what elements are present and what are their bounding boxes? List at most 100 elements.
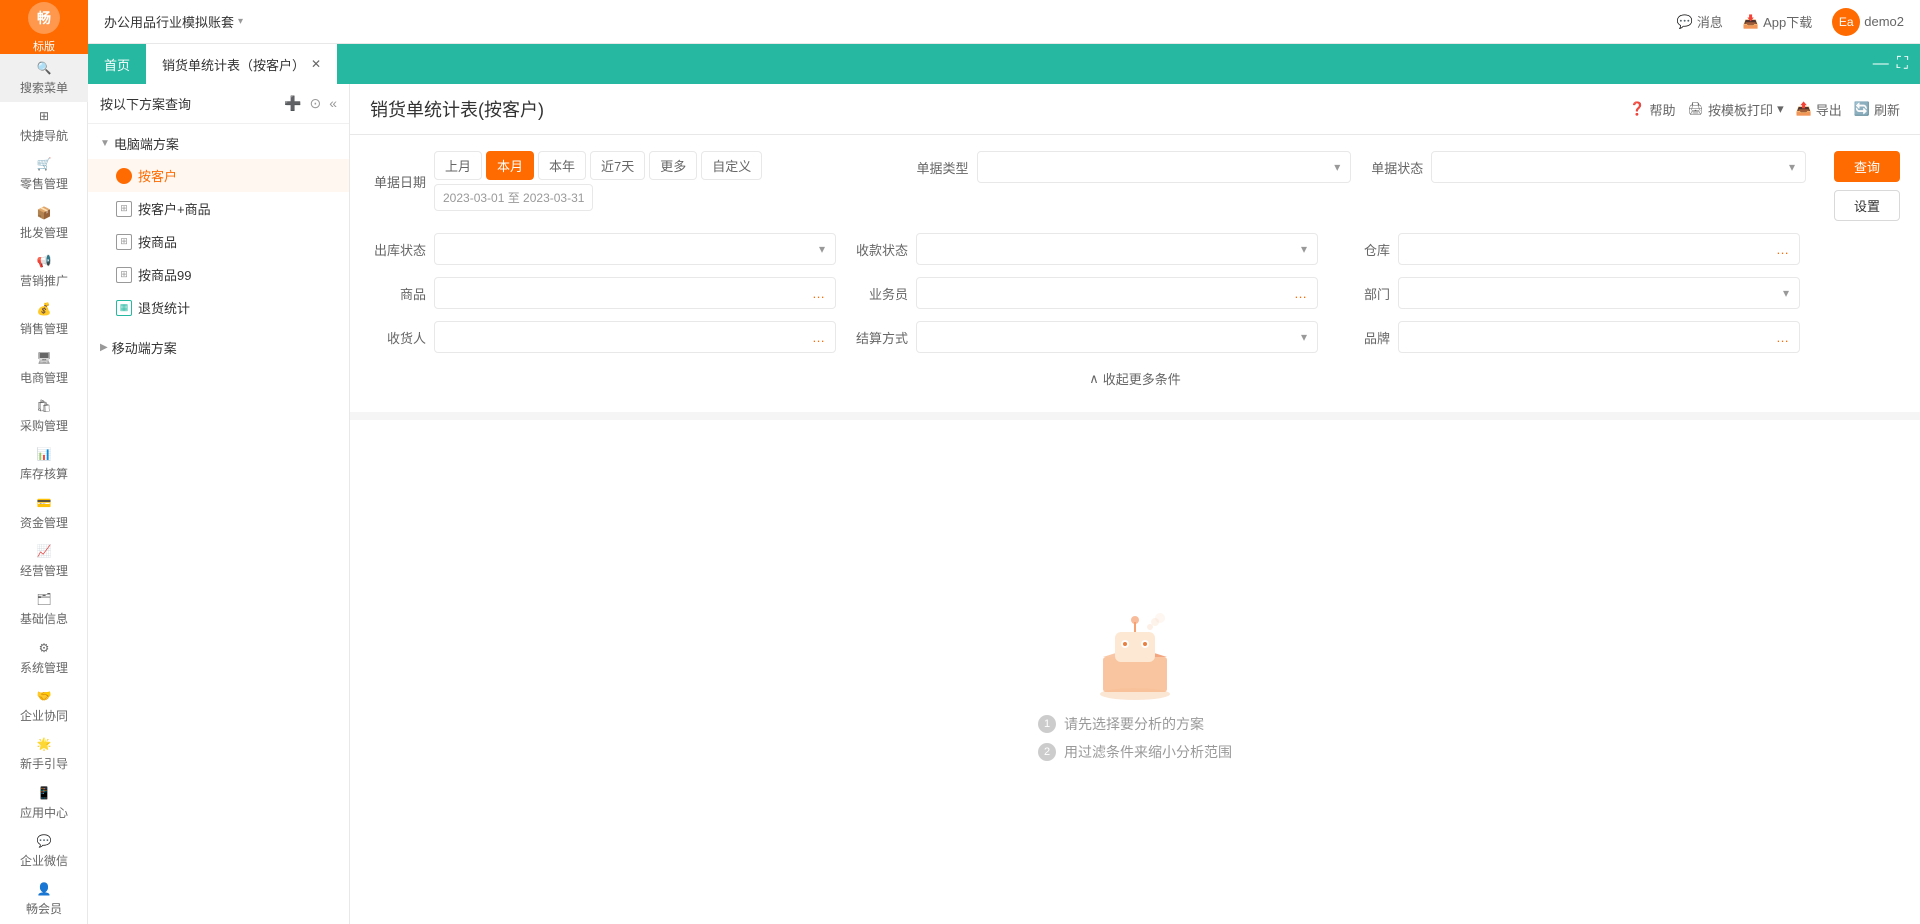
sidebar-item-operations[interactable]: 📈 经营管理 <box>0 537 88 585</box>
filter-area: 单据日期 上月 本月 本年 近7天 更多 自定义 2023-03-01 至 20… <box>350 135 1920 412</box>
tab-close-icon[interactable]: ✕ <box>311 57 321 71</box>
mobile-group-label: 移动端方案 <box>112 338 177 357</box>
type-control[interactable]: ▾ <box>977 151 1352 183</box>
desktop-group-toggle[interactable]: ▼ 电脑端方案 <box>88 128 349 159</box>
department-control[interactable]: ▾ <box>1398 277 1800 309</box>
sidebar-item-retail[interactable]: 🛒 零售管理 <box>0 151 88 199</box>
print-icon: 🖨 <box>1688 101 1705 117</box>
salesperson-dots[interactable]: … <box>1294 286 1307 301</box>
enterprise-icon: 🤝 <box>37 689 52 703</box>
scheme-item-by-customer-goods[interactable]: ⊞ 按客户+商品 <box>88 192 349 225</box>
date-btn-this-month[interactable]: 本月 <box>486 151 534 180</box>
settlement-control[interactable]: ▾ <box>916 321 1318 353</box>
tab-home[interactable]: 首页 <box>88 44 146 84</box>
sidebar-purchase-label: 采购管理 <box>20 417 68 434</box>
date-btn-custom[interactable]: 自定义 <box>701 151 762 180</box>
tab-home-label: 首页 <box>104 55 130 74</box>
avatar: Ea <box>1832 8 1860 36</box>
sidebar-item-sales[interactable]: 💰 销售管理 <box>0 296 88 344</box>
scheme-grid-icon2: ⊞ <box>116 234 132 250</box>
collapse-panel-icon[interactable]: « <box>329 95 337 112</box>
app-title: 办公用品行业模拟账套 <box>104 12 234 31</box>
tab-maximize-icon[interactable]: ⛶ <box>1897 55 1908 73</box>
add-scheme-icon[interactable]: ➕ <box>284 95 301 112</box>
sidebar-item-search[interactable]: 🔍 搜索菜单 <box>0 54 88 102</box>
filter-type-group: 单据类型 ▾ <box>913 151 1352 183</box>
export-icon: 📤 <box>1796 101 1812 117</box>
sidebar-item-system[interactable]: ⚙ 系统管理 <box>0 634 88 682</box>
sidebar-item-wholesale[interactable]: 📦 批发管理 <box>0 199 88 247</box>
mobile-group-arrow-icon: ▶ <box>100 342 108 353</box>
sidebar-retail-label: 零售管理 <box>20 175 68 192</box>
mobile-group-toggle[interactable]: ▶ 移动端方案 <box>88 332 349 363</box>
empty-tips: 1 请先选择要分析的方案 2 用过滤条件来缩小分析范围 <box>1038 714 1232 762</box>
marketing-icon: 📢 <box>37 254 52 268</box>
tab-expand-area: — ⛶ <box>1861 55 1920 73</box>
sidebar-item-marketing[interactable]: 📢 营销推广 <box>0 247 88 295</box>
sidebar-item-wechat[interactable]: 💬 企业微信 <box>0 827 88 875</box>
settings-button[interactable]: 设置 <box>1834 190 1900 221</box>
sidebar-item-member[interactable]: 👤 畅会员 <box>0 876 88 924</box>
message-button[interactable]: 💬 消息 <box>1677 12 1723 31</box>
scheme-label-by-goods99: 按商品99 <box>138 265 191 284</box>
scheme-item-return-stat[interactable]: ▦ 退货统计 <box>88 291 349 324</box>
filter-row-4: 收货人 … 结算方式 ▾ 品牌 <box>370 321 1900 353</box>
sidebar-item-appcenter[interactable]: 📱 应用中心 <box>0 779 88 827</box>
refresh-icon: 🔄 <box>1854 101 1870 117</box>
tip-text-2: 用过滤条件来缩小分析范围 <box>1064 742 1232 762</box>
warehouse-control[interactable]: … <box>1398 233 1800 265</box>
brand-dots[interactable]: … <box>1776 330 1789 345</box>
scheme-grid-icon3: ⊞ <box>116 267 132 283</box>
purchase-icon: 🛍 <box>36 399 51 413</box>
settings-scheme-icon[interactable]: ⊙ <box>309 95 321 112</box>
tab-minimize-icon[interactable]: — <box>1873 55 1889 73</box>
date-btn-last-7-days[interactable]: 近7天 <box>590 151 645 180</box>
salesperson-control[interactable]: … <box>916 277 1318 309</box>
receiver-control[interactable]: … <box>434 321 836 353</box>
sidebar-item-basic[interactable]: 🗂 基础信息 <box>0 586 88 634</box>
sidebar-inventory-label: 库存核算 <box>20 465 68 482</box>
help-button[interactable]: ❓ 帮助 <box>1629 100 1675 119</box>
warehouse-dots[interactable]: … <box>1776 242 1789 257</box>
receiver-dots[interactable]: … <box>812 330 825 345</box>
sales-icon: 💰 <box>37 302 52 316</box>
scheme-item-by-goods[interactable]: ⊞ 按商品 <box>88 225 349 258</box>
date-btn-last-month[interactable]: 上月 <box>434 151 482 180</box>
collect-status-control[interactable]: ▾ <box>916 233 1318 265</box>
app-selector[interactable]: 办公用品行业模拟账套 ▾ <box>104 12 243 31</box>
print-button[interactable]: 🖨 按模板打印 ▾ <box>1688 100 1784 119</box>
sidebar-item-ecommerce[interactable]: 🖥 电商管理 <box>0 344 88 392</box>
filter-row-1: 单据日期 上月 本月 本年 近7天 更多 自定义 2023-03-01 至 20… <box>370 151 1900 221</box>
salesperson-label: 业务员 <box>852 284 916 303</box>
query-button[interactable]: 查询 <box>1834 151 1900 182</box>
filter-row-2: 出库状态 ▾ 收款状态 ▾ 仓库 <box>370 233 1900 265</box>
sidebar-item-purchase[interactable]: 🛍 采购管理 <box>0 392 88 440</box>
sidebar-item-newbie[interactable]: 🌟 新手引导 <box>0 731 88 779</box>
export-label: 导出 <box>1816 100 1842 119</box>
newbie-icon: 🌟 <box>37 737 52 751</box>
date-btn-more[interactable]: 更多 <box>649 151 697 180</box>
sidebar-item-finance[interactable]: 💳 资金管理 <box>0 489 88 537</box>
goods-control[interactable]: … <box>434 277 836 309</box>
sidebar-item-enterprise[interactable]: 🤝 企业协同 <box>0 682 88 730</box>
scheme-item-by-goods99[interactable]: ⊞ 按商品99 <box>88 258 349 291</box>
out-status-control[interactable]: ▾ <box>434 233 836 265</box>
status-control[interactable]: ▾ <box>1431 151 1806 183</box>
export-button[interactable]: 📤 导出 <box>1796 100 1842 119</box>
refresh-button[interactable]: 🔄 刷新 <box>1854 100 1900 119</box>
tab-sales-stat[interactable]: 销货单统计表（按客户） ✕ <box>146 44 337 84</box>
appcenter-icon: 📱 <box>37 786 52 800</box>
collapse-bar[interactable]: ∧ 收起更多条件 <box>370 361 1900 396</box>
sidebar-item-inventory[interactable]: 📊 库存核算 <box>0 441 88 489</box>
scheme-item-by-customer[interactable]: ● 按客户 <box>88 159 349 192</box>
sidebar-item-quicknav[interactable]: ⊞ 快捷导航 <box>0 102 88 150</box>
filter-status-group: 单据状态 ▾ <box>1367 151 1806 183</box>
brand-control[interactable]: … <box>1398 321 1800 353</box>
user-profile[interactable]: Ea demo2 <box>1832 8 1904 36</box>
app-download-button[interactable]: 📥 App下载 <box>1743 12 1812 31</box>
goods-dots[interactable]: … <box>812 286 825 301</box>
page-actions: ❓ 帮助 🖨 按模板打印 ▾ 📤 导出 🔄 刷新 <box>1629 100 1900 119</box>
filter-salesperson-group: 业务员 … <box>852 277 1318 309</box>
date-btn-this-year[interactable]: 本年 <box>538 151 586 180</box>
scheme-label-by-customer: 按客户 <box>138 166 177 185</box>
